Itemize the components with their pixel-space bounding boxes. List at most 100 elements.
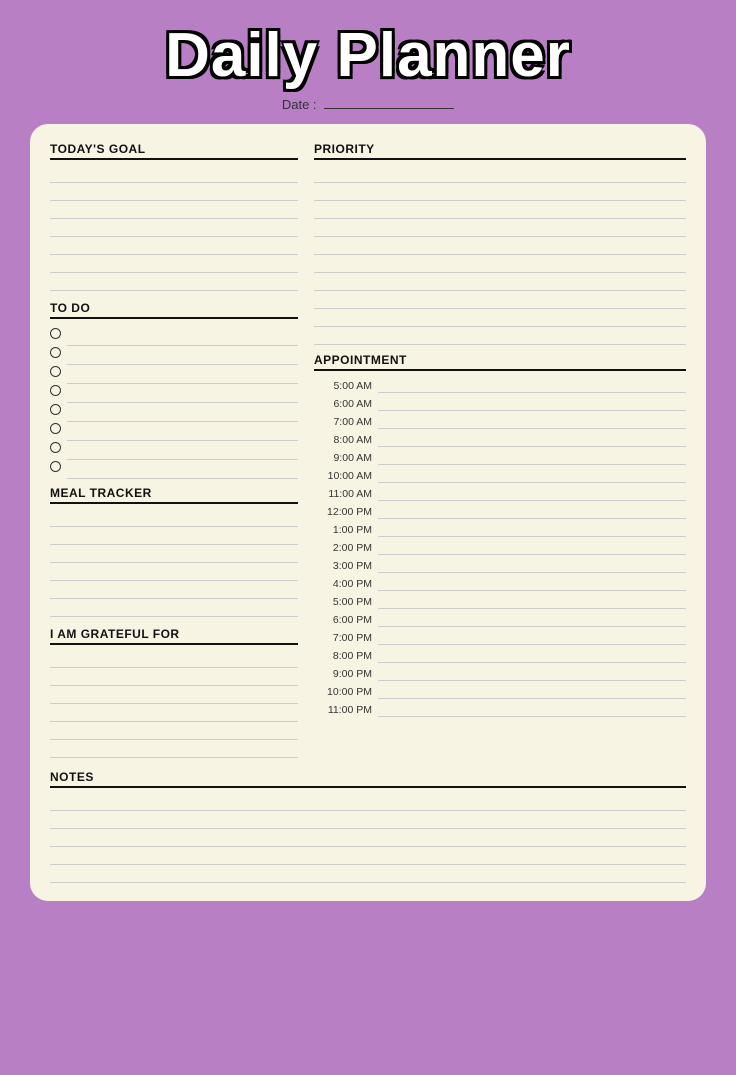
right-column: PRIORITY A	[314, 142, 686, 758]
appt-write-18[interactable]	[378, 682, 686, 699]
meal-line-5[interactable]	[50, 581, 298, 599]
appt-write-4[interactable]	[378, 430, 686, 447]
appt-write-16[interactable]	[378, 646, 686, 663]
left-column: TODAY'S GOAL TO DO	[50, 142, 298, 758]
appt-time-3: 7:00 AM	[314, 416, 372, 429]
todo-item-6	[50, 419, 298, 437]
appt-time-9: 1:00 PM	[314, 524, 372, 537]
appt-time-12: 4:00 PM	[314, 578, 372, 591]
appt-time-6: 10:00 AM	[314, 470, 372, 483]
date-line: Date :	[282, 97, 454, 112]
main-columns: TODAY'S GOAL TO DO	[50, 142, 686, 758]
todo-item-4	[50, 381, 298, 399]
notes-line-3[interactable]	[50, 829, 686, 847]
appt-write-1[interactable]	[378, 376, 686, 393]
goal-line-1[interactable]	[50, 165, 298, 183]
goal-line-3[interactable]	[50, 201, 298, 219]
page-wrapper: Daily Planner Date : TODAY'S GOAL	[30, 20, 706, 901]
grateful-line-1[interactable]	[50, 650, 298, 668]
priority-line-3[interactable]	[314, 201, 686, 219]
goal-line-4[interactable]	[50, 219, 298, 237]
meal-line-4[interactable]	[50, 563, 298, 581]
appt-write-6[interactable]	[378, 466, 686, 483]
notes-line-1[interactable]	[50, 793, 686, 811]
appt-row-7: 11:00 AM	[314, 484, 686, 501]
todo-checkbox-3[interactable]	[50, 366, 61, 377]
todo-checkbox-7[interactable]	[50, 442, 61, 453]
priority-section: PRIORITY	[314, 142, 686, 345]
priority-line-10[interactable]	[314, 327, 686, 345]
appt-time-17: 9:00 PM	[314, 668, 372, 681]
appt-row-8: 12:00 PM	[314, 502, 686, 519]
todo-checkbox-1[interactable]	[50, 328, 61, 339]
priority-line-6[interactable]	[314, 255, 686, 273]
grateful-line-4[interactable]	[50, 704, 298, 722]
appt-write-3[interactable]	[378, 412, 686, 429]
todo-write-8[interactable]	[67, 461, 298, 479]
priority-title: PRIORITY	[314, 142, 686, 160]
meal-line-3[interactable]	[50, 545, 298, 563]
grateful-line-5[interactable]	[50, 722, 298, 740]
appt-row-2: 6:00 AM	[314, 394, 686, 411]
meal-line-1[interactable]	[50, 509, 298, 527]
grateful-line-2[interactable]	[50, 668, 298, 686]
appt-write-10[interactable]	[378, 538, 686, 555]
todays-goal-section: TODAY'S GOAL	[50, 142, 298, 291]
grateful-line-3[interactable]	[50, 686, 298, 704]
todays-goal-lines	[50, 165, 298, 291]
grateful-title: I AM GRATEFUL FOR	[50, 627, 298, 645]
appt-write-14[interactable]	[378, 610, 686, 627]
appt-time-7: 11:00 AM	[314, 488, 372, 501]
todo-checkbox-2[interactable]	[50, 347, 61, 358]
grateful-line-6[interactable]	[50, 740, 298, 758]
notes-line-5[interactable]	[50, 865, 686, 883]
goal-line-5[interactable]	[50, 237, 298, 255]
appt-row-3: 7:00 AM	[314, 412, 686, 429]
appt-write-12[interactable]	[378, 574, 686, 591]
appt-time-13: 5:00 PM	[314, 596, 372, 609]
appt-write-19[interactable]	[378, 700, 686, 717]
appt-write-2[interactable]	[378, 394, 686, 411]
todo-checkbox-6[interactable]	[50, 423, 61, 434]
meal-line-2[interactable]	[50, 527, 298, 545]
goal-line-6[interactable]	[50, 255, 298, 273]
todo-item-3	[50, 362, 298, 380]
appt-time-1: 5:00 AM	[314, 380, 372, 393]
todo-checkbox-5[interactable]	[50, 404, 61, 415]
goal-line-7[interactable]	[50, 273, 298, 291]
appt-time-5: 9:00 AM	[314, 452, 372, 465]
todo-checkbox-8[interactable]	[50, 461, 61, 472]
priority-line-1[interactable]	[314, 165, 686, 183]
todo-checkbox-4[interactable]	[50, 385, 61, 396]
priority-line-5[interactable]	[314, 237, 686, 255]
todo-item-5	[50, 400, 298, 418]
appt-write-17[interactable]	[378, 664, 686, 681]
notes-section: NOTES	[50, 770, 686, 883]
appt-write-9[interactable]	[378, 520, 686, 537]
notes-line-4[interactable]	[50, 847, 686, 865]
date-input[interactable]	[324, 108, 454, 109]
appt-row-15: 7:00 PM	[314, 628, 686, 645]
appt-write-11[interactable]	[378, 556, 686, 573]
appt-write-15[interactable]	[378, 628, 686, 645]
priority-line-9[interactable]	[314, 309, 686, 327]
appt-write-5[interactable]	[378, 448, 686, 465]
goal-line-2[interactable]	[50, 183, 298, 201]
todo-section: TO DO	[50, 301, 298, 476]
appt-write-8[interactable]	[378, 502, 686, 519]
appt-write-13[interactable]	[378, 592, 686, 609]
priority-line-4[interactable]	[314, 219, 686, 237]
appt-time-8: 12:00 PM	[314, 506, 372, 519]
priority-line-8[interactable]	[314, 291, 686, 309]
appt-row-5: 9:00 AM	[314, 448, 686, 465]
grateful-lines	[50, 650, 298, 758]
notes-line-2[interactable]	[50, 811, 686, 829]
todo-title: TO DO	[50, 301, 298, 319]
appt-row-10: 2:00 PM	[314, 538, 686, 555]
meal-line-6[interactable]	[50, 599, 298, 617]
priority-line-2[interactable]	[314, 183, 686, 201]
todays-goal-title: TODAY'S GOAL	[50, 142, 298, 160]
meal-tracker-title: MEAL TRACKER	[50, 486, 298, 504]
priority-line-7[interactable]	[314, 273, 686, 291]
appt-write-7[interactable]	[378, 484, 686, 501]
